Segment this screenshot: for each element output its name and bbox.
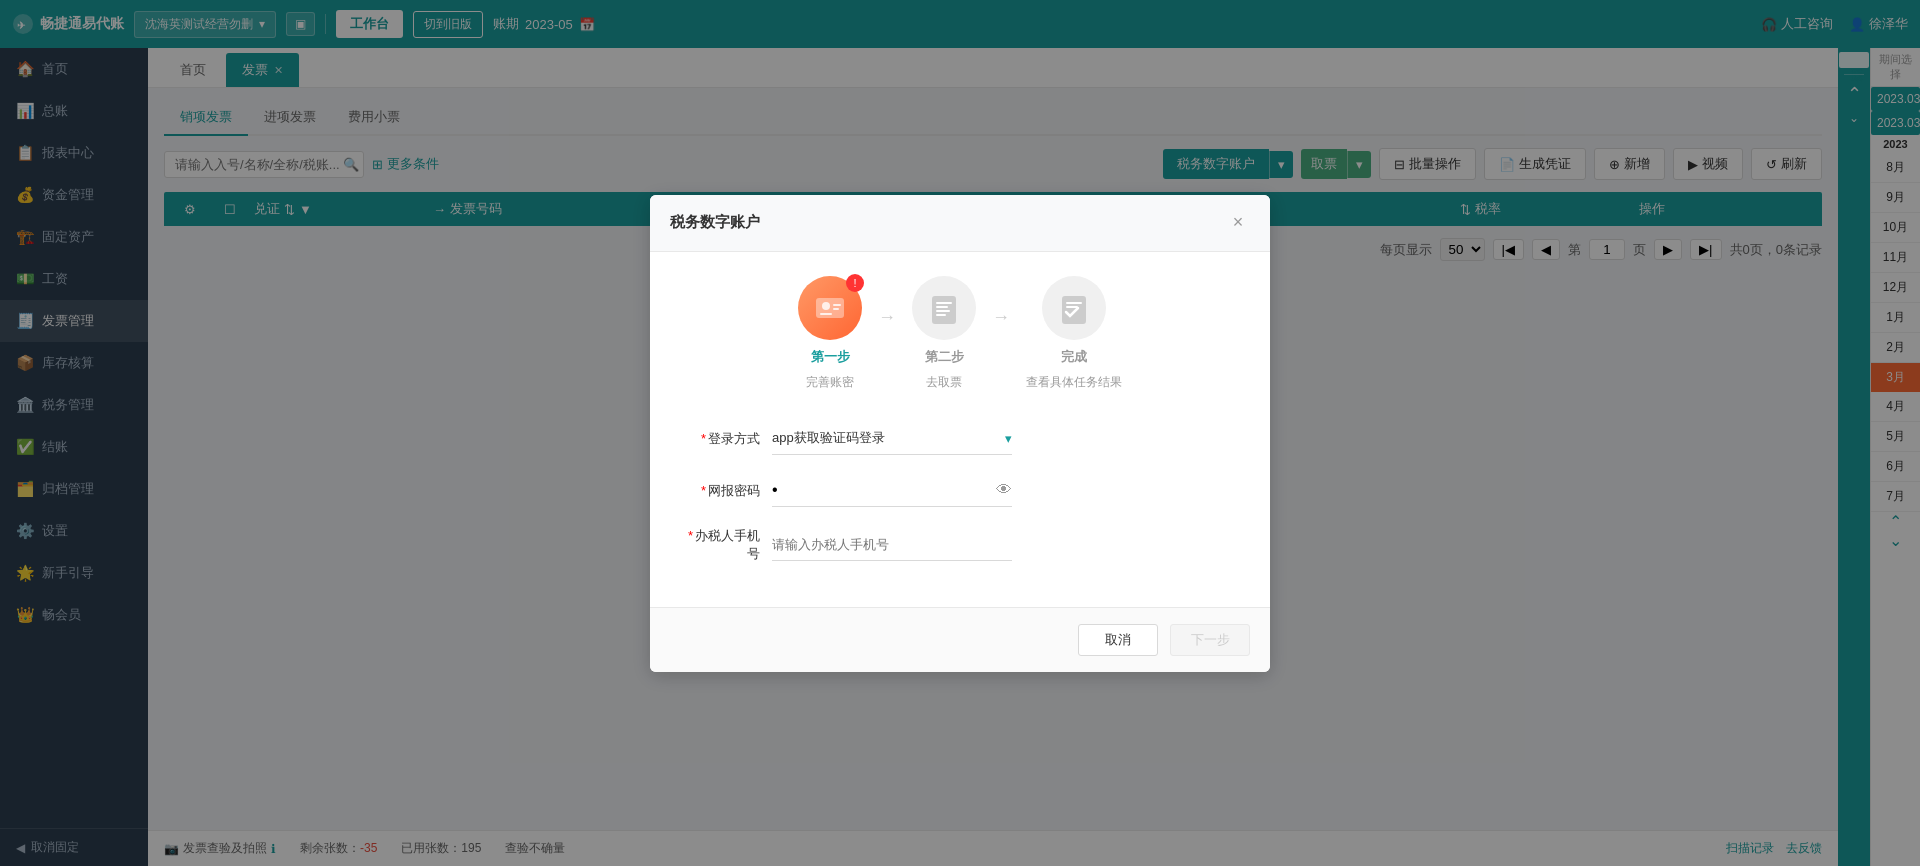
step-arrow-2: → [992, 307, 1010, 328]
login-method-value: app获取验证码登录 [772, 429, 885, 447]
modal-title: 税务数字账户 [670, 213, 760, 232]
step-arrow-1: → [878, 307, 896, 328]
dropdown-arrow-icon: ▾ [1005, 431, 1012, 446]
modal-form: 登录方式 app获取验证码登录 ▾ 网报密码 👁 办税人手机 [682, 423, 1238, 563]
cancel-button[interactable]: 取消 [1078, 624, 1158, 656]
svg-rect-13 [1066, 302, 1082, 304]
taxpayer-phone-row: 办税人手机号 [682, 527, 1238, 563]
svg-rect-8 [936, 302, 952, 304]
step-1-icon-wrap: ! [798, 276, 862, 340]
svg-rect-10 [936, 310, 950, 312]
step-2-label: 第二步 [925, 348, 964, 366]
login-method-select[interactable]: app获取验证码登录 ▾ [772, 423, 1012, 455]
svg-point-3 [822, 302, 830, 310]
svg-rect-12 [1062, 296, 1086, 324]
svg-rect-14 [1066, 306, 1078, 308]
tax-digital-account-modal: 税务数字账户 × [650, 195, 1270, 672]
svg-rect-9 [936, 306, 948, 308]
svg-rect-5 [833, 304, 841, 306]
step-2-icon-wrap [912, 276, 976, 340]
step-2-icon [926, 290, 962, 326]
steps-indicator: ! 第一步 完善账密 → [682, 276, 1238, 391]
taxpayer-phone-label: 办税人手机号 [682, 527, 772, 563]
step-1-label: 第一步 [811, 348, 850, 366]
step-1-icon [812, 290, 848, 326]
step-3: 完成 查看具体任务结果 [1026, 276, 1122, 391]
modal-close-button[interactable]: × [1226, 211, 1250, 235]
taxpayer-phone-input[interactable] [772, 537, 1012, 552]
taxpayer-phone-field [772, 529, 1012, 561]
svg-rect-6 [833, 308, 839, 310]
svg-rect-4 [820, 313, 832, 315]
svg-rect-11 [936, 314, 946, 316]
next-button[interactable]: 下一步 [1170, 624, 1250, 656]
step-1-desc: 完善账密 [806, 374, 854, 391]
modal-footer: 取消 下一步 [650, 607, 1270, 672]
net-password-label: 网报密码 [682, 482, 772, 500]
net-password-field: 👁 [772, 475, 1012, 507]
step-3-label: 完成 [1061, 348, 1087, 366]
net-password-row: 网报密码 👁 [682, 475, 1238, 507]
step-3-icon-wrap [1042, 276, 1106, 340]
login-method-label: 登录方式 [682, 430, 772, 448]
step-1: ! 第一步 完善账密 [798, 276, 862, 391]
step-3-icon [1056, 290, 1092, 326]
modal-overlay: 税务数字账户 × [0, 0, 1920, 866]
login-method-row: 登录方式 app获取验证码登录 ▾ [682, 423, 1238, 455]
modal-body: ! 第一步 完善账密 → [650, 252, 1270, 607]
modal-header: 税务数字账户 × [650, 195, 1270, 252]
step-2: 第二步 去取票 [912, 276, 976, 391]
step-3-desc: 查看具体任务结果 [1026, 374, 1122, 391]
step-1-badge: ! [846, 274, 864, 292]
eye-icon[interactable]: 👁 [996, 481, 1012, 499]
net-password-input[interactable] [772, 481, 996, 499]
step-2-desc: 去取票 [926, 374, 962, 391]
